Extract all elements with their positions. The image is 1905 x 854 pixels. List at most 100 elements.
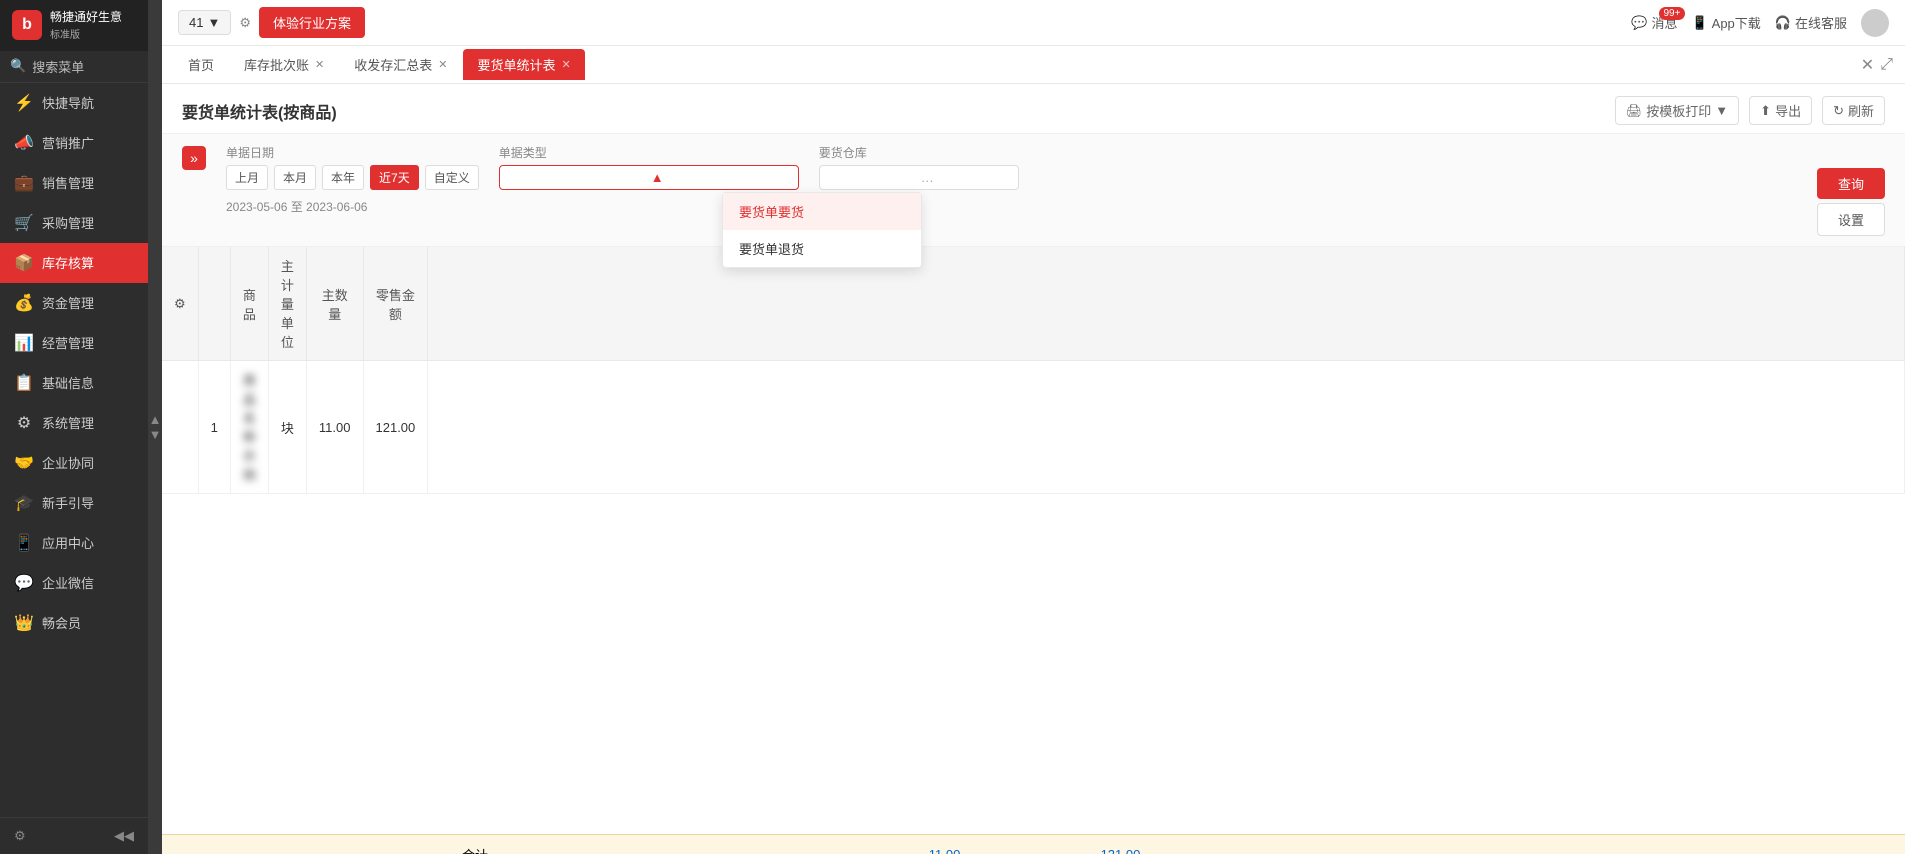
settings-icon[interactable]: ⚙ xyxy=(14,828,26,844)
topbar-settings-icon[interactable]: ⚙ xyxy=(239,15,251,31)
print-icon: 🖨 xyxy=(1626,103,1643,119)
tab-inventory-batch[interactable]: 库存批次账 ✕ xyxy=(230,49,338,80)
settings-btn[interactable]: 设置 xyxy=(1817,203,1885,236)
online-service-btn[interactable]: 🎧 在线客服 xyxy=(1775,13,1847,32)
btn-custom-date[interactable]: 自定义 xyxy=(425,165,479,190)
template-print-label: 按模板打印 xyxy=(1646,101,1711,120)
user-avatar[interactable] xyxy=(1861,9,1889,37)
export-label: 导出 xyxy=(1775,101,1801,120)
filter-expand-btn[interactable]: » xyxy=(182,146,206,170)
type-filter-select[interactable]: ▲ xyxy=(499,165,799,190)
btn-last-month[interactable]: 上月 xyxy=(226,165,268,190)
collapse-btn[interactable]: ◀◀ xyxy=(114,828,134,844)
td-quantity[interactable]: 11.00 xyxy=(306,361,363,494)
sidebar-item-inventory[interactable]: 📦 库存核算 xyxy=(0,243,148,283)
btn-last7[interactable]: 近7天 xyxy=(370,165,419,190)
sidebar-item-label-member: 畅会员 xyxy=(42,613,81,632)
refresh-btn[interactable]: ↻ 刷新 xyxy=(1822,96,1885,125)
sidebar-menu: ⚡ 快捷导航 📣 营销推广 💼 销售管理 🛒 采购管理 📦 库存核算 💰 资金管… xyxy=(0,83,148,817)
sidebar-item-label-apps: 应用中心 xyxy=(42,533,94,552)
sidebar-item-finance[interactable]: 💰 资金管理 xyxy=(0,283,148,323)
data-table: ⚙ 商品 主计量单位 主数量 零售金额 1 xyxy=(162,247,1905,494)
sidebar-item-marketing[interactable]: 📣 营销推广 xyxy=(0,123,148,163)
query-btn[interactable]: 查询 xyxy=(1817,168,1885,199)
tab-window-expand[interactable]: ⤢ xyxy=(1880,56,1893,74)
app-label: App下载 xyxy=(1712,13,1761,32)
dropdown-item-return-goods[interactable]: 要货单退货 xyxy=(723,230,921,267)
th-settings[interactable]: ⚙ xyxy=(162,247,198,361)
sidebar-item-apps[interactable]: 📱 应用中心 xyxy=(0,523,148,563)
tab-home[interactable]: 首页 xyxy=(174,49,228,80)
export-icon: ⬆ xyxy=(1760,103,1771,119)
sidebar-item-enterprise[interactable]: 🤝 企业协同 xyxy=(0,443,148,483)
type-filter-label: 单据类型 xyxy=(499,144,799,161)
sidebar-item-sales[interactable]: 💼 销售管理 xyxy=(0,163,148,203)
template-print-btn[interactable]: 🖨 按模板打印 ▼ xyxy=(1615,96,1739,125)
sidebar-item-label-inventory: 库存核算 xyxy=(42,253,94,272)
sidebar-item-label-operations: 经营管理 xyxy=(42,333,94,352)
inventory-icon: 📦 xyxy=(14,253,34,273)
scroll-chevron-icon: ▲▼ xyxy=(149,412,162,442)
sidebar-item-label-shortcut: 快捷导航 xyxy=(42,93,94,112)
warehouse-filter-select[interactable]: … xyxy=(819,165,1019,190)
sidebar-item-label-newbie: 新手引导 xyxy=(42,493,94,512)
phone-icon: 📱 xyxy=(1691,15,1707,31)
btn-this-month[interactable]: 本月 xyxy=(274,165,316,190)
headset-icon: 🎧 xyxy=(1775,15,1791,31)
th-product: 商品 xyxy=(230,247,268,361)
sidebar-item-label-wechat: 企业微信 xyxy=(42,573,94,592)
search-icon: 🔍 xyxy=(10,58,26,74)
app-download-btn[interactable]: 📱 App下载 xyxy=(1691,13,1760,32)
dropdown-item-order-goods[interactable]: 要货单要货 xyxy=(723,193,921,230)
tab-order-stats[interactable]: 要货单统计表 ✕ xyxy=(463,49,584,80)
td-amount[interactable]: 121.00 xyxy=(363,361,428,494)
date-range-text: 2023-05-06 至 2023-06-06 xyxy=(226,198,479,215)
sidebar-item-member[interactable]: 👑 畅会员 xyxy=(0,603,148,643)
tab-receive-summary-close[interactable]: ✕ xyxy=(438,58,447,71)
sidebar-item-operations[interactable]: 📊 经营管理 xyxy=(0,323,148,363)
refresh-icon: ↻ xyxy=(1833,103,1844,119)
sidebar-item-system[interactable]: ⚙ 系统管理 xyxy=(0,403,148,443)
table-footer: 合计11.00121.00 xyxy=(162,834,1905,854)
tab-window-close[interactable]: ✕ xyxy=(1861,55,1874,75)
table-area: ⚙ 商品 主计量单位 主数量 零售金额 1 xyxy=(162,247,1905,494)
sidebar-item-label-purchase: 采购管理 xyxy=(42,213,94,232)
service-label: 在线客服 xyxy=(1795,13,1847,32)
expand-icon: » xyxy=(190,150,198,166)
basic-icon: 📋 xyxy=(14,373,34,393)
sidebar-item-purchase[interactable]: 🛒 采购管理 xyxy=(0,203,148,243)
message-btn[interactable]: 💬 消息 99+ xyxy=(1631,13,1677,32)
sidebar-item-label-basic: 基础信息 xyxy=(42,373,94,392)
tab-receive-summary[interactable]: 收发存汇总表 ✕ xyxy=(340,49,461,80)
sidebar-item-label-marketing: 营销推广 xyxy=(42,133,94,152)
btn-this-year[interactable]: 本年 xyxy=(322,165,364,190)
footer-label: 合计 xyxy=(462,845,488,854)
sidebar-scroll-handle[interactable]: ▲▼ xyxy=(148,0,162,854)
store-chevron-icon: ▼ xyxy=(207,15,220,30)
refresh-label: 刷新 xyxy=(1848,101,1874,120)
tab-inventory-batch-close[interactable]: ✕ xyxy=(315,58,324,71)
sidebar-item-shortcut[interactable]: ⚡ 快捷导航 xyxy=(0,83,148,123)
topbar: 41 ▼ ⚙ 体验行业方案 💬 消息 99+ 📱 App下载 🎧 在线客服 xyxy=(162,0,1905,46)
sidebar-search[interactable]: 🔍 搜索菜单 xyxy=(0,51,148,83)
table-row: 1 商品名称示例 块 11.00 121.00 xyxy=(162,361,1905,494)
member-icon: 👑 xyxy=(14,613,34,633)
tab-order-stats-label: 要货单统计表 xyxy=(477,55,555,74)
store-number: 41 xyxy=(189,15,203,30)
trial-button[interactable]: 体验行业方案 xyxy=(259,7,365,38)
empty-space xyxy=(162,494,1905,834)
export-btn[interactable]: ⬆ 导出 xyxy=(1749,96,1812,125)
store-selector[interactable]: 41 ▼ xyxy=(178,10,231,35)
sidebar-item-basic[interactable]: 📋 基础信息 xyxy=(0,363,148,403)
tab-order-stats-close[interactable]: ✕ xyxy=(562,58,571,71)
shortcut-icon: ⚡ xyxy=(14,93,34,113)
warehouse-more-icon: … xyxy=(921,170,1008,185)
sidebar-item-newbie[interactable]: 🎓 新手引导 xyxy=(0,483,148,523)
marketing-icon: 📣 xyxy=(14,133,34,153)
type-chevron-up-icon: ▲ xyxy=(651,170,788,185)
table-header-row: ⚙ 商品 主计量单位 主数量 零售金额 xyxy=(162,247,1905,361)
tab-home-label: 首页 xyxy=(188,55,214,74)
sidebar-item-wechat[interactable]: 💬 企业微信 xyxy=(0,563,148,603)
sidebar-logo: b 畅捷通好生意 标准版 xyxy=(0,0,148,51)
template-print-chevron-icon: ▼ xyxy=(1715,103,1728,118)
